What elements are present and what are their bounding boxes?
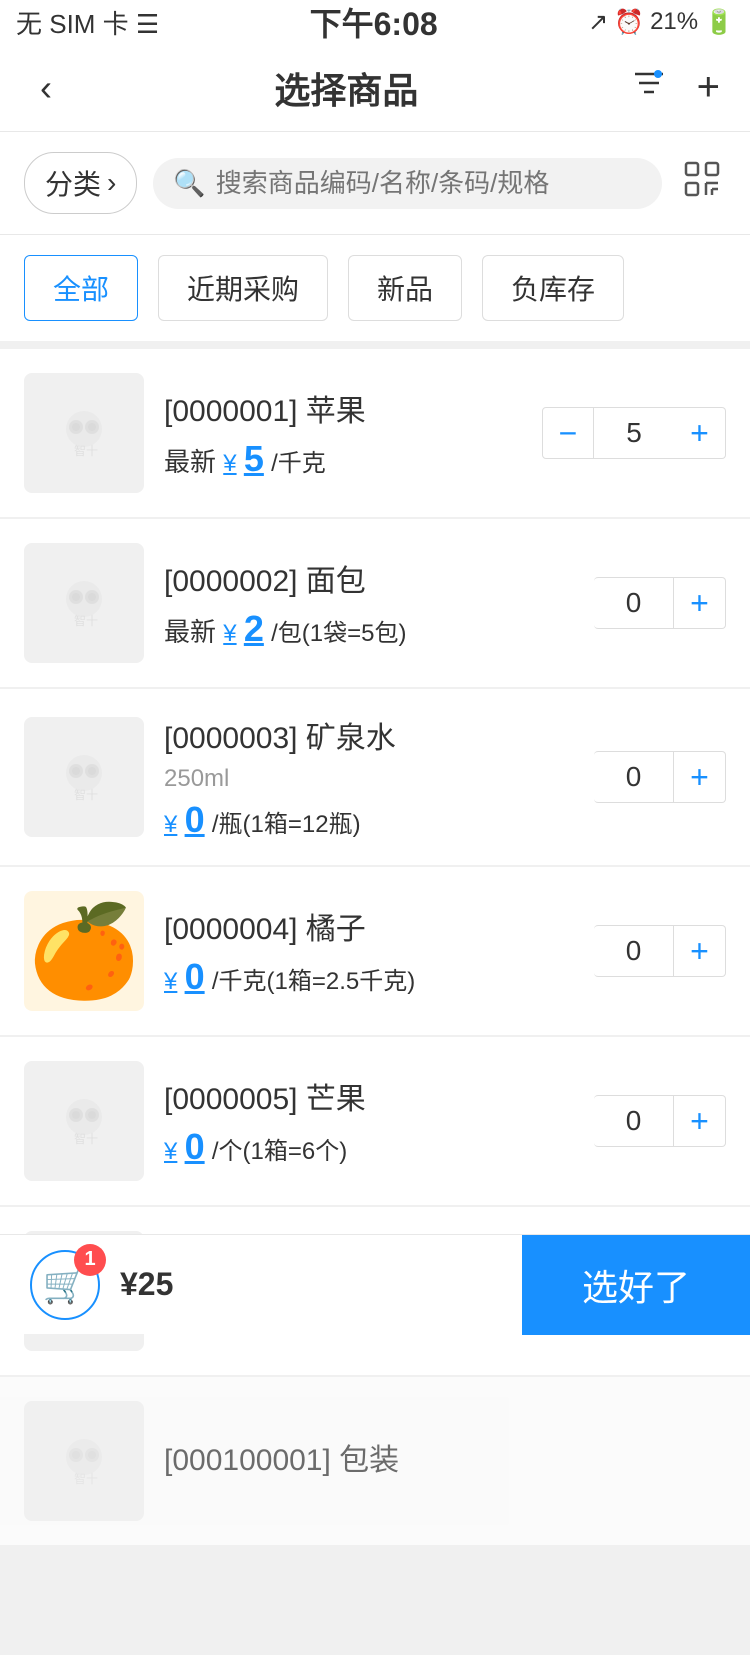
product-image: 智十 (24, 717, 144, 837)
product-name: [0000001] 苹果 (164, 386, 522, 430)
product-item: 🍊 [0000004] 橘子 ¥ 0 /千克(1箱=2.5千克) + (0, 867, 750, 1035)
quantity-increase-button[interactable]: + (674, 925, 726, 977)
placeholder-logo: 智十 (52, 401, 116, 465)
product-name: [0000005] 芒果 (164, 1074, 574, 1118)
product-price: ¥ 0 /瓶(1箱=12瓶) (164, 799, 574, 841)
search-input-wrap: 🔍 (153, 158, 662, 209)
quantity-input[interactable] (594, 751, 674, 803)
quantity-increase-button[interactable]: + (674, 1095, 726, 1147)
product-item: 智十 [0000003] 矿泉水 250ml ¥ 0 /瓶(1箱=12瓶) + (0, 689, 750, 865)
svg-text:智十: 智十 (74, 787, 98, 802)
tab-negative[interactable]: 负库存 (482, 255, 624, 321)
status-right: ↗ ⏰ 21% 🔋 (588, 8, 734, 37)
quantity-input[interactable] (594, 577, 674, 629)
product-price: 最新 ¥ 5 /千克 (164, 438, 522, 480)
product-item: 智十 [0000005] 芒果 ¥ 0 /个(1箱=6个) + (0, 1037, 750, 1205)
product-item: 智十 [000100001] 包装 (0, 1377, 750, 1545)
product-item: 智十 [0000002] 面包 最新 ¥ 2 /包(1袋=5包) + (0, 519, 750, 687)
tab-all[interactable]: 全部 (24, 255, 138, 321)
search-input[interactable] (216, 168, 642, 199)
placeholder-logo: 智十 (52, 1089, 116, 1153)
cart-badge: 1 (74, 1244, 106, 1276)
product-info: [0000003] 矿泉水 250ml ¥ 0 /瓶(1箱=12瓶) (164, 713, 574, 841)
bottom-bar: 🛒 1 ¥25 选好了 (0, 1234, 750, 1334)
quantity-increase-button[interactable]: + (674, 407, 726, 459)
confirm-button[interactable]: 选好了 (522, 1235, 750, 1335)
scan-icon[interactable] (678, 159, 726, 207)
quantity-input[interactable] (594, 1095, 674, 1147)
product-name: [0000004] 橘子 (164, 904, 574, 948)
status-time: 下午6:08 (310, 0, 438, 45)
alarm-icon: ⏰ (614, 8, 644, 37)
product-image: 智十 (24, 1401, 144, 1521)
product-price: ¥ 0 /千克(1箱=2.5千克) (164, 956, 574, 998)
category-chevron: › (107, 167, 116, 199)
quantity-increase-button[interactable]: + (674, 577, 726, 629)
tabs-area: 全部 近期采购 新品 负库存 (0, 235, 750, 349)
tab-recent[interactable]: 近期采购 (158, 255, 328, 321)
search-icon: 🔍 (173, 168, 205, 199)
product-spec: 250ml (164, 765, 574, 793)
placeholder-logo: 智十 (52, 571, 116, 635)
quantity-control: + (594, 1095, 726, 1147)
cart-icon-wrap[interactable]: 🛒 1 (30, 1250, 100, 1320)
status-bar: 无 SIM 卡 ☰ 下午6:08 ↗ ⏰ 21% 🔋 (0, 0, 750, 44)
product-name: [000100001] 包装 (164, 1435, 726, 1479)
product-info: [000100001] 包装 (164, 1435, 726, 1487)
quantity-decrease-button[interactable]: − (542, 407, 594, 459)
tab-new[interactable]: 新品 (348, 255, 462, 321)
battery-icon: 🔋 (704, 8, 734, 37)
product-price: 最新 ¥ 2 /包(1袋=5包) (164, 608, 574, 650)
product-info: [0000001] 苹果 最新 ¥ 5 /千克 (164, 386, 522, 480)
product-info: [0000002] 面包 最新 ¥ 2 /包(1袋=5包) (164, 556, 574, 650)
quantity-control: + (594, 751, 726, 803)
product-image: 🍊 (24, 891, 144, 1011)
product-price: ¥ 0 /个(1箱=6个) (164, 1126, 574, 1168)
quantity-control: − + (542, 407, 726, 459)
nav-bar: ‹ 选择商品 + (0, 44, 750, 132)
svg-text:智十: 智十 (74, 1131, 98, 1146)
quantity-input[interactable] (594, 407, 674, 459)
back-button[interactable]: ‹ (30, 57, 62, 119)
quantity-input[interactable] (594, 925, 674, 977)
product-list: 智十 [0000001] 苹果 最新 ¥ 5 /千克 − + (0, 349, 750, 1655)
product-name: [0000002] 面包 (164, 556, 574, 600)
product-info: [0000004] 橘子 ¥ 0 /千克(1箱=2.5千克) (164, 904, 574, 998)
add-button[interactable]: + (697, 65, 720, 110)
category-label: 分类 (45, 163, 101, 203)
cart-total: ¥25 (120, 1266, 173, 1303)
svg-text:智十: 智十 (74, 613, 98, 628)
quantity-control: + (594, 925, 726, 977)
quantity-increase-button[interactable]: + (674, 751, 726, 803)
cart-section: 🛒 1 ¥25 (0, 1250, 203, 1320)
product-image: 智十 (24, 543, 144, 663)
status-carrier: 无 SIM 卡 ☰ (16, 4, 159, 41)
battery-text: 21% (650, 8, 698, 36)
product-item: 智十 [0000001] 苹果 最新 ¥ 5 /千克 − + (0, 349, 750, 517)
svg-text:智十: 智十 (74, 443, 98, 458)
product-image: 智十 (24, 373, 144, 493)
search-bar-area: 分类 › 🔍 (0, 132, 750, 235)
page-title: 选择商品 (274, 62, 418, 114)
product-name: [0000003] 矿泉水 (164, 713, 574, 757)
location-icon: ↗ (588, 8, 608, 37)
placeholder-logo: 智十 (52, 1429, 116, 1493)
product-info: [0000005] 芒果 ¥ 0 /个(1箱=6个) (164, 1074, 574, 1168)
filter-icon[interactable] (631, 65, 667, 110)
nav-right-actions: + (631, 65, 720, 110)
quantity-control: + (594, 577, 726, 629)
category-button[interactable]: 分类 › (24, 152, 137, 214)
bottom-spacer (0, 1545, 750, 1655)
svg-text:智十: 智十 (74, 1471, 98, 1486)
placeholder-logo: 智十 (52, 745, 116, 809)
product-image: 智十 (24, 1061, 144, 1181)
